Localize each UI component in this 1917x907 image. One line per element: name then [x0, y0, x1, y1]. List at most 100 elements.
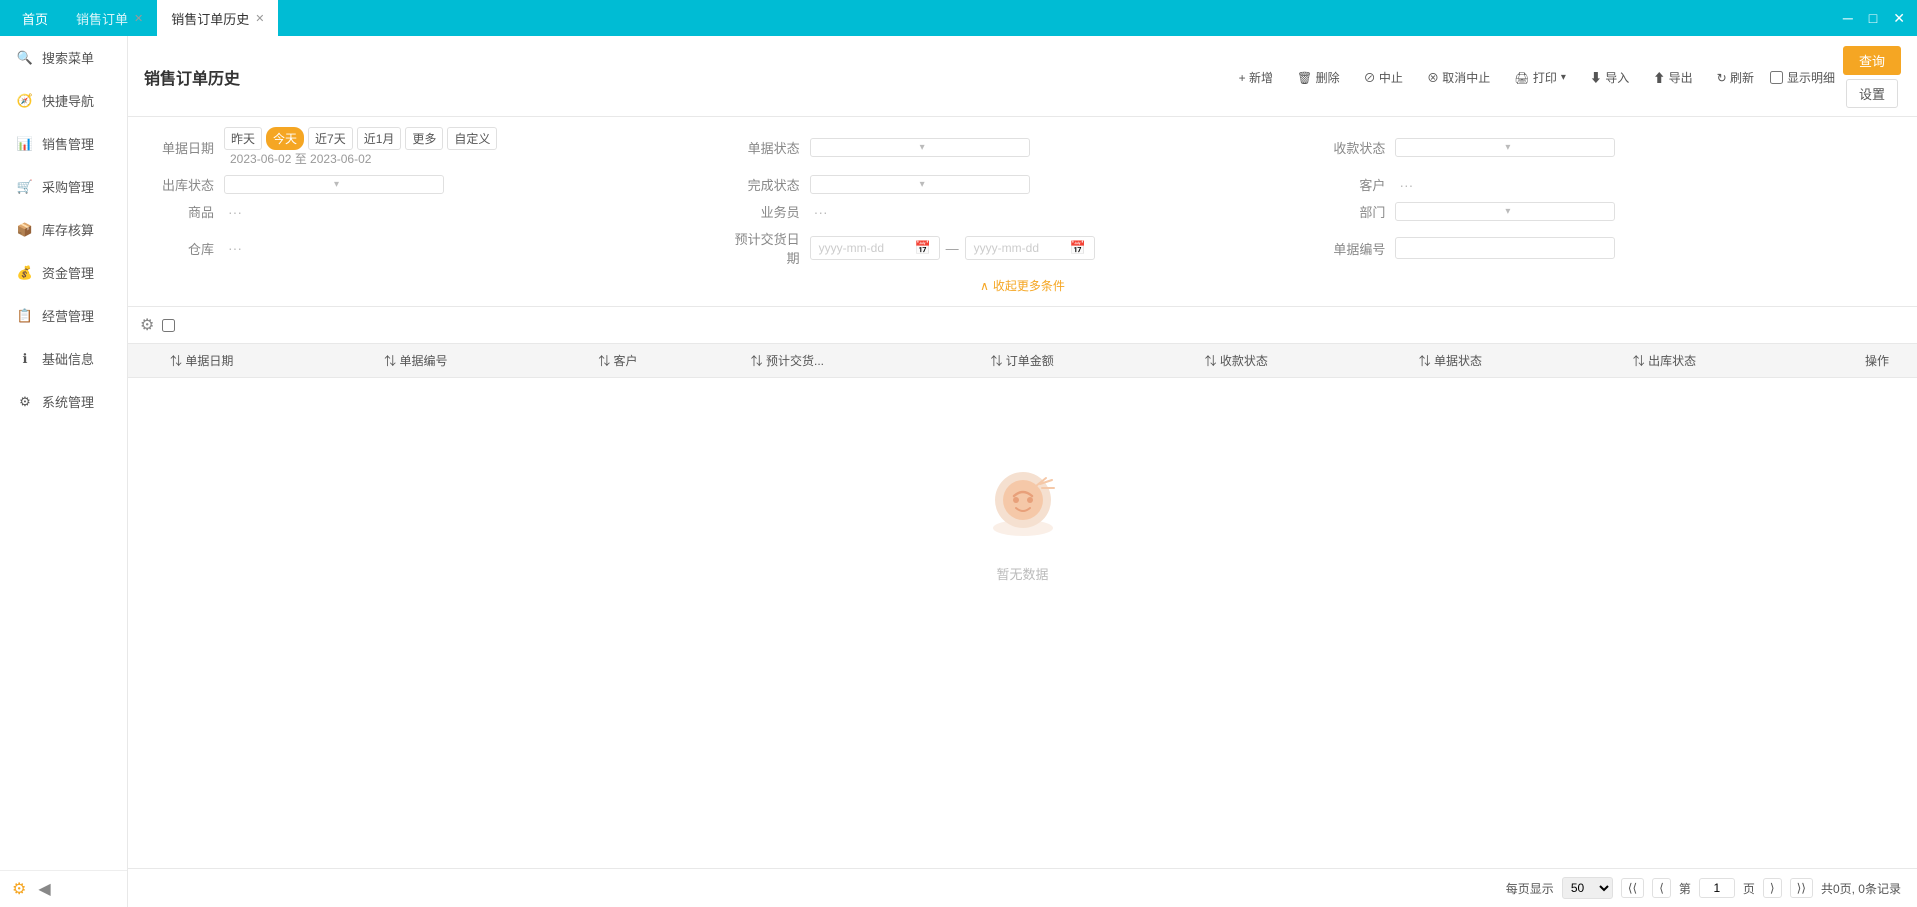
- compass-icon: 🧭: [16, 92, 34, 110]
- close-tab-sales-order[interactable]: ✕: [134, 12, 143, 25]
- date-btn-7days[interactable]: 近7天: [308, 127, 353, 150]
- minimize-button[interactable]: ─: [1839, 10, 1857, 26]
- sidebar-item-basic-info[interactable]: ℹ 基础信息: [0, 337, 127, 380]
- payment-status-label: 收款状态: [1315, 138, 1395, 157]
- sidebar-item-system[interactable]: ⚙ 系统管理: [0, 380, 127, 423]
- date-btn-yesterday[interactable]: 昨天: [224, 127, 262, 150]
- page-title: 销售订单历史: [144, 65, 240, 89]
- filter-area: 单据日期 昨天 今天 近7天 近1月 更多 自定义 2023-06-02 至 2…: [128, 117, 1917, 307]
- cancel-stop-button[interactable]: ⊗ 取消中止: [1419, 65, 1498, 90]
- warehouse-select-btn[interactable]: ···: [224, 240, 246, 256]
- empty-illustration: [978, 458, 1068, 548]
- date-btn-more[interactable]: 更多: [405, 127, 443, 150]
- settings-button[interactable]: 设置: [1846, 79, 1898, 108]
- th-amount[interactable]: ⇅ 订单金额: [980, 344, 1194, 378]
- delete-button[interactable]: 🗑 删除: [1289, 65, 1348, 90]
- expected-date-label: 预计交货日期: [730, 229, 810, 267]
- chevron-up-icon: ∧: [980, 279, 989, 293]
- stop-button[interactable]: ⊘ 中止: [1356, 65, 1411, 90]
- pagination-bar: 每页显示 50 10 20 100 ⟨⟨ ⟨ 第 页 ⟩ ⟩⟩ 共0页, 0条记…: [128, 868, 1917, 907]
- refresh-button[interactable]: ↻ 刷新: [1709, 65, 1762, 90]
- close-button[interactable]: ✕: [1889, 10, 1909, 27]
- export-button[interactable]: ⬆ 导出: [1645, 65, 1700, 90]
- department-arrow: ▾: [1505, 206, 1606, 217]
- import-button[interactable]: ⬇ 导入: [1582, 65, 1637, 90]
- tab-sales-order-history[interactable]: 销售订单历史 ✕: [157, 0, 278, 36]
- customer-select-btn[interactable]: ···: [1395, 177, 1417, 193]
- date-btn-today[interactable]: 今天: [266, 127, 304, 150]
- sidebar-item-quick-nav[interactable]: 🧭 快捷导航: [0, 79, 127, 122]
- sidebar-item-management[interactable]: 📋 经营管理: [0, 294, 127, 337]
- top-bar: 首页 销售订单 ✕ 销售订单历史 ✕ ─ □ ✕: [0, 0, 1917, 36]
- product-label: 商品: [144, 202, 224, 221]
- sidebar-settings-icon[interactable]: ⚙: [12, 879, 26, 899]
- order-status-label: 单据状态: [730, 138, 810, 157]
- date-btn-1month[interactable]: 近1月: [357, 127, 402, 150]
- complete-status-select[interactable]: ▾: [810, 175, 1030, 194]
- sidebar: 🔍 搜索菜单 🧭 快捷导航 📊 销售管理 🛒 采购管理 📦 库存核算 💰 资金管…: [0, 36, 128, 907]
- th-number[interactable]: ⇅ 单据编号: [374, 344, 588, 378]
- th-customer[interactable]: ⇅ 客户: [588, 344, 740, 378]
- th-delivery-status[interactable]: ⇅ 出库状态: [1623, 344, 1837, 378]
- page-size-select[interactable]: 50 10 20 100: [1562, 877, 1613, 899]
- prev-page-button[interactable]: ⟨: [1652, 878, 1671, 898]
- th-order-status[interactable]: ⇅ 单据状态: [1409, 344, 1623, 378]
- expected-date-start[interactable]: yyyy-mm-dd 📅: [810, 236, 940, 260]
- close-tab-sales-order-history[interactable]: ✕: [255, 12, 264, 25]
- next-page-button[interactable]: ⟩: [1763, 878, 1782, 898]
- payment-status-select[interactable]: ▾: [1395, 138, 1615, 157]
- tab-sales-order[interactable]: 销售订单 ✕: [62, 0, 157, 36]
- tab-home[interactable]: 首页: [8, 0, 62, 36]
- th-expected-date[interactable]: ⇅ 预计交货...: [741, 344, 981, 378]
- first-page-button[interactable]: ⟨⟨: [1621, 878, 1644, 898]
- th-action: 操作: [1837, 344, 1917, 378]
- search-icon: 🔍: [16, 49, 34, 67]
- print-button[interactable]: 🖨 打印 ▾: [1506, 65, 1574, 90]
- expected-date-end[interactable]: yyyy-mm-dd 📅: [965, 236, 1095, 260]
- sidebar-collapse-icon[interactable]: ◀: [38, 879, 50, 899]
- order-status-select[interactable]: ▾: [810, 138, 1030, 157]
- th-date[interactable]: ⇅ 单据日期: [160, 344, 374, 378]
- page-size-label: 每页显示: [1506, 880, 1554, 897]
- filter-delivery-status: 出库状态 ▾: [144, 175, 730, 194]
- salesperson-select-btn[interactable]: ···: [810, 204, 832, 220]
- sidebar-item-finance[interactable]: 💰 资金管理: [0, 251, 127, 294]
- display-toggle-checkbox[interactable]: [1770, 71, 1783, 84]
- sidebar-item-purchase[interactable]: 🛒 采购管理: [0, 165, 127, 208]
- filter-row-3: 商品 ··· 业务员 ··· 部门 ▾: [144, 202, 1901, 221]
- last-page-button[interactable]: ⟩⟩: [1790, 878, 1813, 898]
- product-select-btn[interactable]: ···: [224, 204, 246, 220]
- filter-row-4: 仓库 ··· 预计交货日期 yyyy-mm-dd 📅 — yyyy-mm-dd …: [144, 229, 1901, 267]
- page-number-input[interactable]: [1699, 878, 1735, 898]
- maximize-button[interactable]: □: [1865, 10, 1881, 26]
- topbar-right: ─ □ ✕: [1839, 10, 1909, 27]
- date-label: 单据日期: [144, 138, 224, 157]
- shopping-icon: 🛒: [16, 178, 34, 196]
- filter-warehouse: 仓库 ···: [144, 239, 730, 258]
- delivery-status-select[interactable]: ▾: [224, 175, 444, 194]
- manage-icon: 📋: [16, 307, 34, 325]
- sidebar-item-inventory[interactable]: 📦 库存核算: [0, 208, 127, 251]
- complete-status-arrow: ▾: [920, 179, 1021, 190]
- th-payment-status[interactable]: ⇅ 收款状态: [1195, 344, 1409, 378]
- table-toolbar: ⚙: [128, 307, 1917, 344]
- system-icon: ⚙: [16, 393, 34, 411]
- calendar-start-icon: 📅: [914, 240, 930, 256]
- filter-order-number: 单据编号: [1315, 237, 1901, 259]
- order-number-input[interactable]: [1395, 237, 1615, 259]
- department-select[interactable]: ▾: [1395, 202, 1615, 221]
- collapse-filter-btn[interactable]: ∧ 收起更多条件: [980, 275, 1065, 296]
- display-toggle[interactable]: 显示明细: [1770, 69, 1835, 86]
- customer-label: 客户: [1315, 175, 1395, 194]
- date-btn-custom[interactable]: 自定义: [447, 127, 497, 150]
- th-checkbox: [128, 344, 160, 378]
- sidebar-item-search[interactable]: 🔍 搜索菜单: [0, 36, 127, 79]
- query-button[interactable]: 查询: [1843, 46, 1901, 75]
- select-all-checkbox[interactable]: [162, 319, 175, 332]
- filter-expected-date: 预计交货日期 yyyy-mm-dd 📅 — yyyy-mm-dd 📅: [730, 229, 1316, 267]
- new-button[interactable]: + 新增: [1231, 65, 1281, 90]
- filter-row-2: 出库状态 ▾ 完成状态 ▾ 客户 ···: [144, 175, 1901, 194]
- total-records-label: 共0页, 0条记录: [1821, 880, 1901, 897]
- sidebar-item-sales[interactable]: 📊 销售管理: [0, 122, 127, 165]
- table-settings-icon[interactable]: ⚙: [140, 315, 154, 335]
